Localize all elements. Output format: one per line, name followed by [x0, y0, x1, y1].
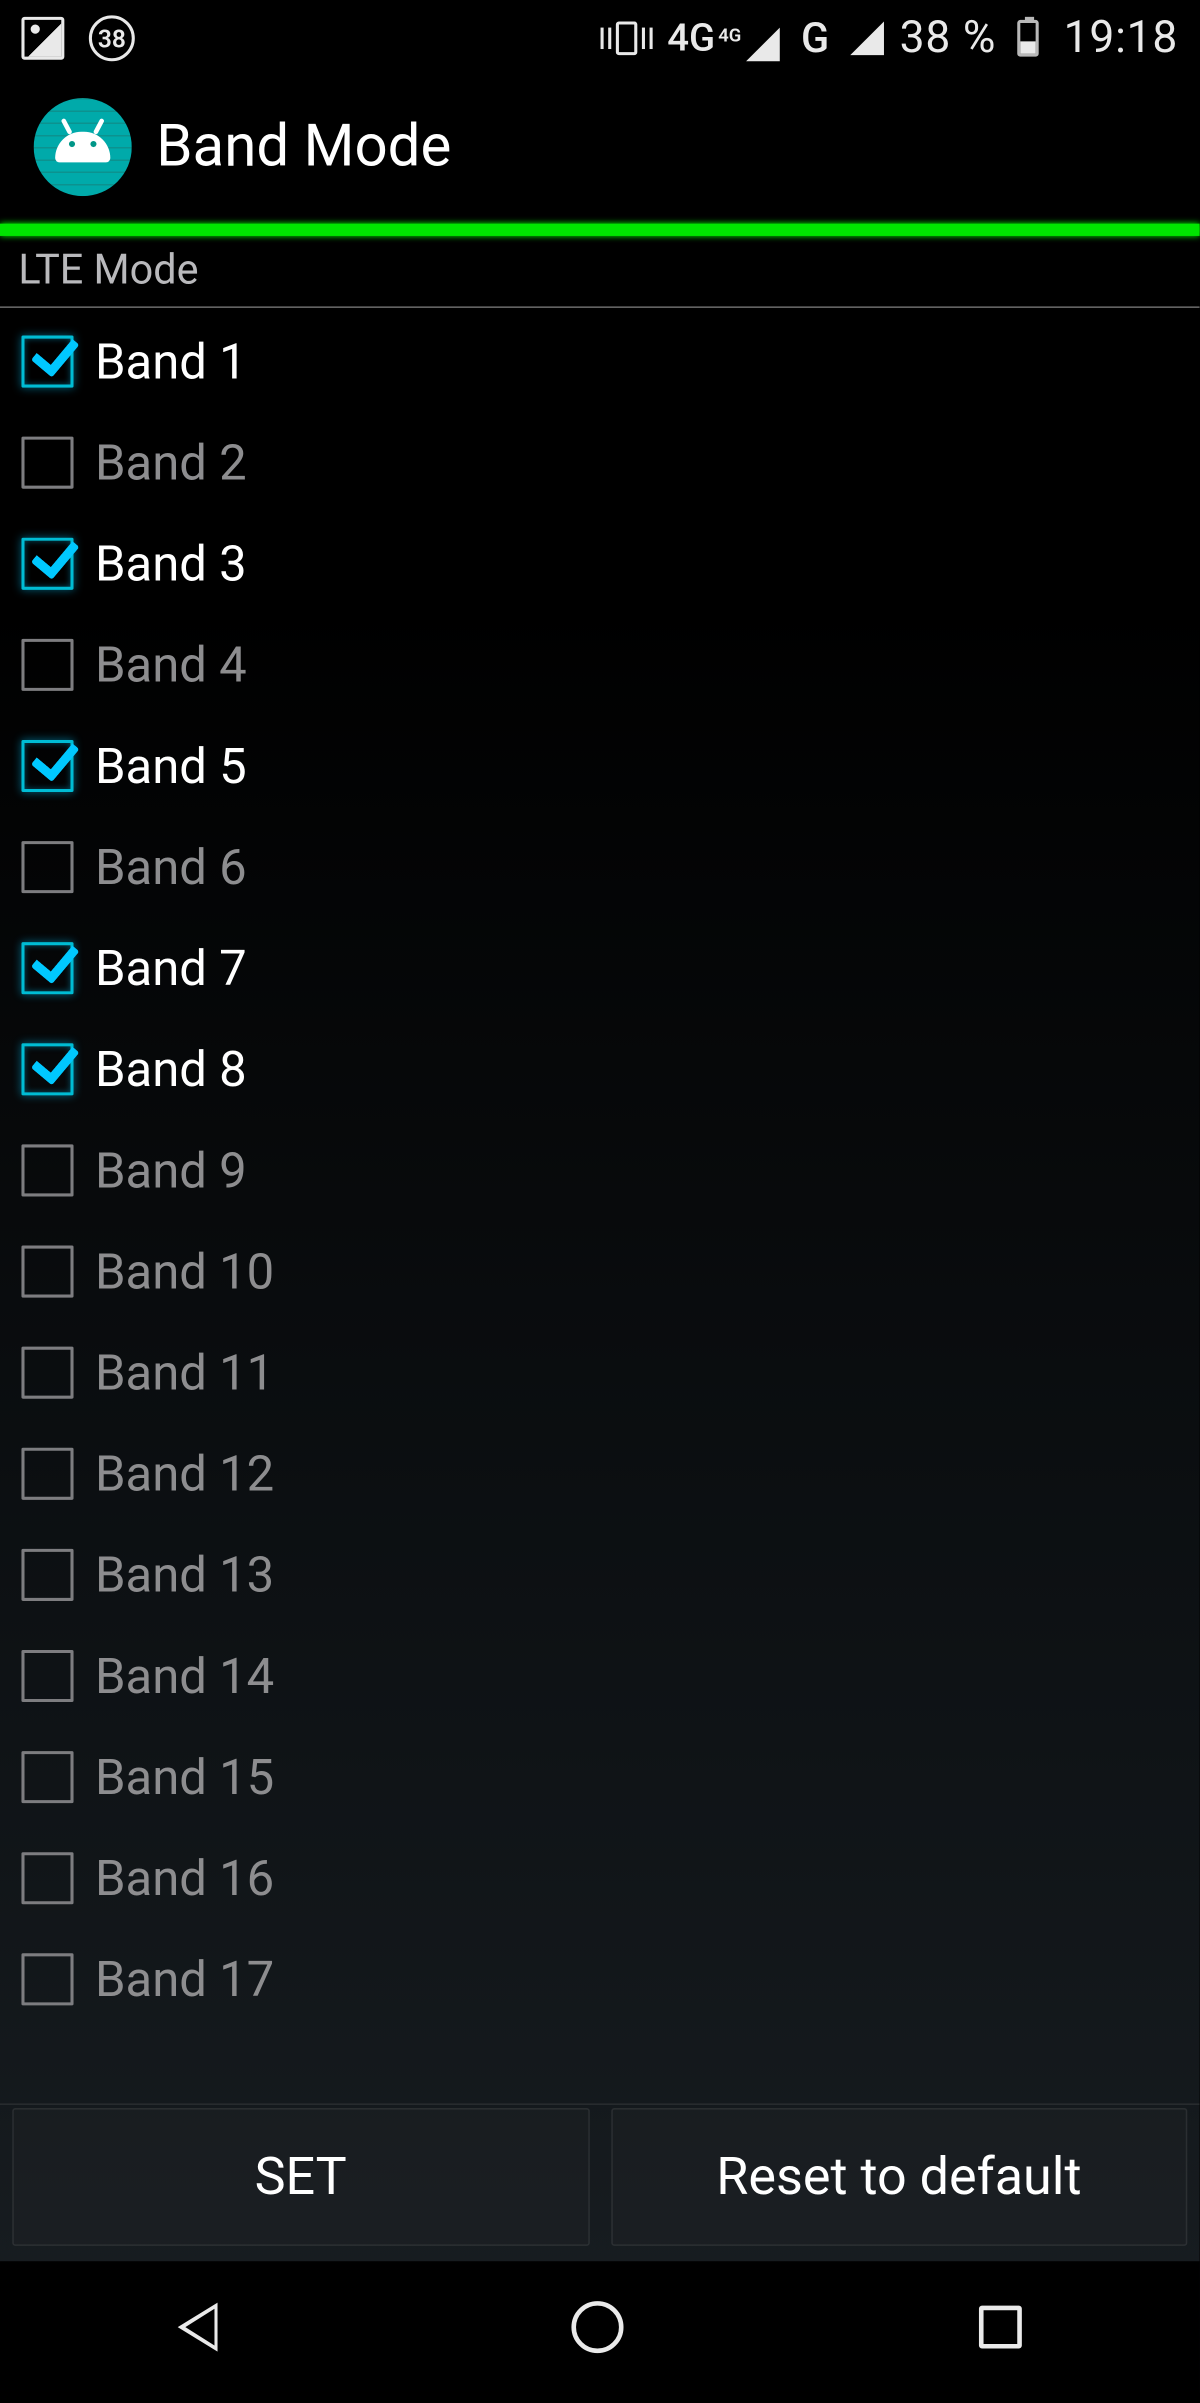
- band-label: Band 9: [95, 1141, 247, 1199]
- checkbox-unchecked-icon[interactable]: [21, 1448, 73, 1500]
- band-list[interactable]: Band 1 Band 2 Band 3 Band 4 Band 5 Band 6 Band…: [0, 308, 1200, 2104]
- battery-percent: 38 %: [900, 12, 997, 64]
- checkbox-checked-icon[interactable]: [21, 942, 73, 994]
- band-label: Band 13: [95, 1546, 274, 1604]
- app-icon: [34, 98, 132, 196]
- band-row[interactable]: Band 2: [0, 412, 1200, 513]
- nav-recent-button[interactable]: [979, 2306, 1022, 2349]
- download-count: 38: [98, 24, 126, 53]
- checkbox-unchecked-icon[interactable]: [21, 1246, 73, 1298]
- band-row[interactable]: Band 17: [0, 1929, 1200, 2030]
- checkbox-unchecked-icon[interactable]: [21, 639, 73, 691]
- band-row[interactable]: Band 3: [0, 513, 1200, 614]
- checkbox-unchecked-icon[interactable]: [21, 1347, 73, 1399]
- checkbox-checked-icon[interactable]: [21, 740, 73, 792]
- band-row[interactable]: Band 14: [0, 1625, 1200, 1726]
- checkbox-unchecked-icon[interactable]: [21, 1953, 73, 2005]
- download-count-badge: 38: [89, 15, 135, 61]
- band-label: Band 10: [95, 1242, 274, 1300]
- clock: 19:18: [1064, 12, 1178, 64]
- band-row[interactable]: Band 11: [0, 1322, 1200, 1423]
- signal-4g-icon: 4G 4G: [667, 16, 779, 60]
- app-bar: Band Mode: [0, 77, 1200, 224]
- band-row[interactable]: Band 7: [0, 918, 1200, 1019]
- band-label: Band 7: [95, 939, 247, 997]
- checkbox-unchecked-icon[interactable]: [21, 437, 73, 489]
- band-label: Band 16: [95, 1849, 274, 1907]
- band-row[interactable]: Band 9: [0, 1120, 1200, 1221]
- button-bar: SET Reset to default: [0, 2103, 1200, 2261]
- checkbox-unchecked-icon[interactable]: [21, 1144, 73, 1196]
- band-label: Band 6: [95, 838, 247, 896]
- nav-home-button[interactable]: [572, 2301, 624, 2353]
- band-label: Band 1: [95, 332, 247, 390]
- system-nav-bar: [0, 2261, 1200, 2393]
- battery-icon: [1018, 20, 1039, 57]
- checkbox-checked-icon[interactable]: [21, 336, 73, 388]
- band-row[interactable]: Band 15: [0, 1727, 1200, 1828]
- set-button[interactable]: SET: [12, 2108, 589, 2246]
- gallery-notif-icon: [21, 17, 64, 60]
- band-label: Band 11: [95, 1344, 274, 1402]
- checkbox-unchecked-icon[interactable]: [21, 1549, 73, 1601]
- vibrate-icon: [600, 21, 652, 55]
- band-row[interactable]: Band 8: [0, 1019, 1200, 1120]
- band-row[interactable]: Band 10: [0, 1221, 1200, 1322]
- checkbox-unchecked-icon[interactable]: [21, 1852, 73, 1904]
- band-label: Band 17: [95, 1950, 274, 2008]
- band-row[interactable]: Band 12: [0, 1423, 1200, 1524]
- page-title: Band Mode: [156, 113, 451, 180]
- band-label: Band 3: [95, 535, 247, 593]
- band-row[interactable]: Band 4: [0, 614, 1200, 715]
- checkbox-unchecked-icon[interactable]: [21, 841, 73, 893]
- accent-divider: [0, 224, 1200, 236]
- band-row[interactable]: Band 16: [0, 1828, 1200, 1929]
- band-row[interactable]: Band 6: [0, 817, 1200, 918]
- band-label: Band 8: [95, 1040, 247, 1098]
- nav-back-button[interactable]: [177, 2303, 217, 2352]
- band-row[interactable]: Band 5: [0, 715, 1200, 816]
- band-label: Band 15: [95, 1748, 274, 1806]
- section-header-lte: LTE Mode: [0, 236, 1200, 308]
- band-label: Band 2: [95, 434, 247, 492]
- band-label: Band 4: [95, 636, 247, 694]
- checkbox-checked-icon[interactable]: [21, 1043, 73, 1095]
- checkbox-unchecked-icon[interactable]: [21, 1751, 73, 1803]
- checkbox-checked-icon[interactable]: [21, 538, 73, 590]
- band-label: Band 12: [95, 1445, 274, 1503]
- signal-g-label: G: [801, 14, 829, 63]
- signal-g-icon: [851, 21, 885, 55]
- band-row[interactable]: Band 1: [0, 311, 1200, 412]
- reset-button[interactable]: Reset to default: [611, 2108, 1188, 2246]
- checkbox-unchecked-icon[interactable]: [21, 1650, 73, 1702]
- band-label: Band 14: [95, 1647, 274, 1705]
- status-bar: 38 4G 4G G 38 % 19:18: [0, 0, 1200, 77]
- band-label: Band 5: [95, 737, 247, 795]
- band-row[interactable]: Band 13: [0, 1524, 1200, 1625]
